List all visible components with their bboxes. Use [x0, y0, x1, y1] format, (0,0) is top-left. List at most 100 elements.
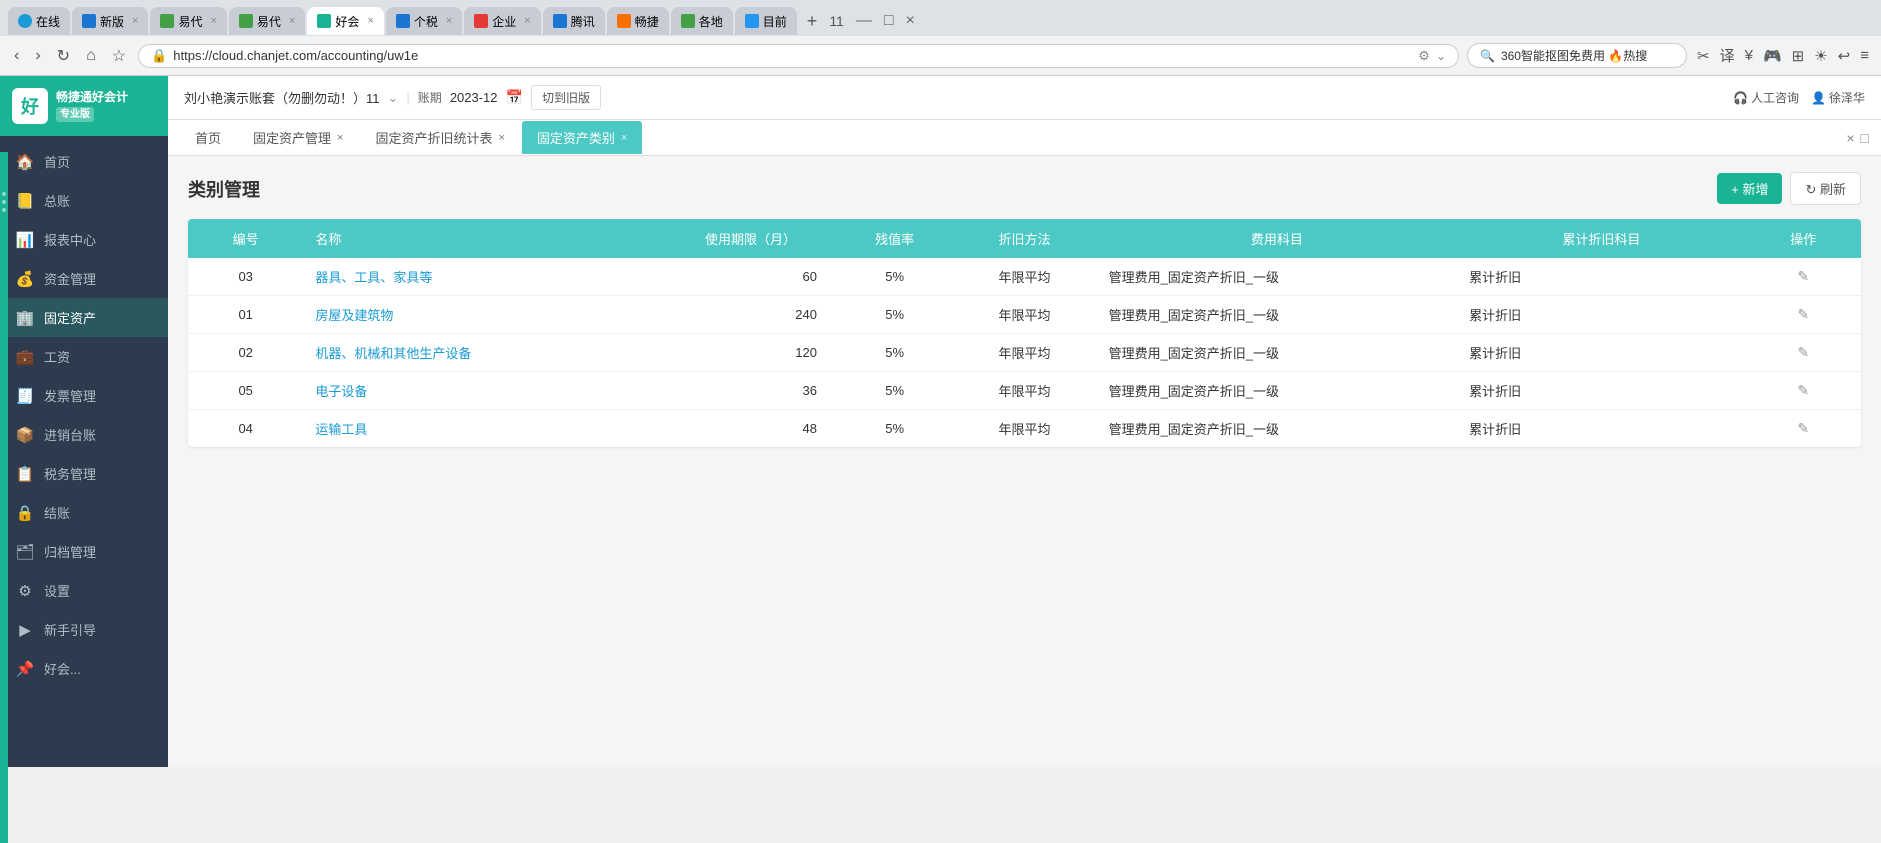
close-tab-fixed-asset-depreciation[interactable]: ×	[498, 132, 504, 144]
sidebar-item-invoice[interactable]: 🧾 发票管理	[0, 376, 168, 415]
edit-button-2[interactable]: ✎	[1797, 344, 1809, 360]
sidebar-item-settings[interactable]: ⚙ 设置	[0, 571, 168, 610]
sidebar-item-home[interactable]: 🏠 首页	[0, 142, 168, 181]
home-button[interactable]: ⌂	[82, 45, 100, 67]
close-tab-2[interactable]: ×	[132, 15, 138, 27]
close-tab-4[interactable]: ×	[289, 15, 295, 27]
consult-button[interactable]: 🎧 人工咨询	[1733, 89, 1799, 106]
sidebar-item-funds[interactable]: 💰 资金管理	[0, 259, 168, 298]
browser-tab-2[interactable]: 新版 ×	[72, 7, 148, 35]
search-box[interactable]: 🔍 360智能抠图免费用 🔥热搜	[1467, 43, 1687, 68]
cell-name-0[interactable]: 器具、工具、家具等	[303, 258, 664, 296]
reload-button[interactable]: ↻	[53, 44, 74, 68]
search-icon: 🔍	[1480, 49, 1495, 63]
edit-button-4[interactable]: ✎	[1797, 420, 1809, 436]
add-category-button[interactable]: + 新增	[1717, 173, 1782, 204]
grid-icon[interactable]: ⊞	[1790, 45, 1807, 67]
switch-version-button[interactable]: 切到旧版	[531, 85, 601, 110]
cell-name-3[interactable]: 电子设备	[303, 372, 664, 410]
tab-list-button[interactable]: 11	[825, 11, 848, 31]
close-browser-button[interactable]: ×	[902, 10, 919, 32]
cell-action-3[interactable]: ✎	[1746, 372, 1861, 410]
sidebar-item-closing[interactable]: 🔒 结账	[0, 493, 168, 532]
tab-label-home: 首页	[195, 128, 221, 147]
cell-name-1[interactable]: 房屋及建筑物	[303, 296, 664, 334]
bookmark-button[interactable]: ☆	[108, 44, 130, 68]
tab-label-4: 易代	[257, 13, 281, 30]
sidebar-item-archive[interactable]: 🗂 归档管理	[0, 532, 168, 571]
tab-fixed-asset-mgmt[interactable]: 固定资产管理 ×	[238, 121, 358, 154]
edit-button-0[interactable]: ✎	[1797, 268, 1809, 284]
browser-tab-8[interactable]: 腾讯	[543, 7, 605, 35]
edit-button-1[interactable]: ✎	[1797, 306, 1809, 322]
tab-fixed-asset-depreciation[interactable]: 固定资产折旧统计表 ×	[360, 121, 519, 154]
menu-icon[interactable]: ≡	[1858, 45, 1871, 66]
browser-tab-4[interactable]: 易代 ×	[229, 7, 305, 35]
new-tab-button[interactable]: +	[803, 9, 822, 34]
translate-icon[interactable]: 译	[1718, 43, 1737, 68]
dropdown-icon[interactable]: ⌄	[388, 90, 399, 106]
cell-action-0[interactable]: ✎	[1746, 258, 1861, 296]
maximize-button[interactable]: □	[880, 10, 898, 32]
close-window-button[interactable]: ×	[1846, 130, 1854, 146]
cell-action-2[interactable]: ✎	[1746, 334, 1861, 372]
browser-tab-10[interactable]: 各地	[671, 7, 733, 35]
browser-tab-6[interactable]: 个税 ×	[386, 7, 462, 35]
cell-period-2: 120	[664, 334, 837, 372]
table-row: 03 器具、工具、家具等 60 5% 年限平均 管理费用_固定资产折旧_一级 累…	[188, 258, 1861, 296]
calendar-icon[interactable]: 📅	[506, 89, 523, 106]
sidebar-item-fixed-asset[interactable]: 🏢 固定资产	[0, 298, 168, 337]
url-box[interactable]: 🔒 https://cloud.chanjet.com/accounting/u…	[138, 44, 1459, 68]
tab-label-fixed-asset-depreciation: 固定资产折旧统计表	[375, 128, 492, 147]
sidebar-item-more[interactable]: 📌 好会...	[0, 649, 168, 688]
page-header: 类别管理 + 新增 ↻ 刷新	[188, 172, 1861, 205]
cell-expense-1: 管理费用_固定资产折旧_一级	[1097, 296, 1458, 334]
browser-tab-7[interactable]: 企业 ×	[464, 7, 540, 35]
browser-tab-9[interactable]: 畅捷	[607, 7, 669, 35]
coupon-icon[interactable]: ¥	[1743, 45, 1755, 66]
expand-url-icon[interactable]: ⌄	[1436, 49, 1446, 63]
close-tab-7[interactable]: ×	[524, 15, 530, 27]
cell-name-2[interactable]: 机器、机械和其他生产设备	[303, 334, 664, 372]
tab-home[interactable]: 首页	[180, 121, 236, 154]
tab-label-11: 目前	[763, 13, 787, 30]
brightness-icon[interactable]: ☀	[1812, 45, 1829, 67]
browser-tab-1[interactable]: 在线	[8, 7, 70, 35]
cell-name-4[interactable]: 运输工具	[303, 410, 664, 448]
scissors-icon[interactable]: ✂	[1695, 45, 1712, 67]
sidebar-item-report[interactable]: 📊 报表中心	[0, 220, 168, 259]
maximize-window-button[interactable]: □	[1861, 130, 1869, 146]
refresh-button[interactable]: ↻ 刷新	[1790, 172, 1861, 205]
user-avatar[interactable]: 👤 徐泽华	[1811, 89, 1865, 106]
cell-action-4[interactable]: ✎	[1746, 410, 1861, 448]
sidebar-item-ledger[interactable]: 📒 总账	[0, 181, 168, 220]
sidebar-item-payroll[interactable]: 💼 工资	[0, 337, 168, 376]
back-button[interactable]: ‹	[10, 45, 23, 67]
cell-action-1[interactable]: ✎	[1746, 296, 1861, 334]
site-info-icon[interactable]: ⚙	[1418, 48, 1430, 64]
close-tab-6[interactable]: ×	[446, 15, 452, 27]
cell-method-4: 年限平均	[952, 410, 1096, 448]
sidebar-item-inventory[interactable]: 📦 进销台账	[0, 415, 168, 454]
col-header-method: 折旧方法	[952, 219, 1096, 258]
col-header-depreciation: 累计折旧科目	[1457, 219, 1745, 258]
cell-id-1: 01	[188, 296, 303, 334]
close-tab-fixed-asset-mgmt[interactable]: ×	[337, 132, 343, 144]
edit-button-3[interactable]: ✎	[1797, 382, 1809, 398]
close-tab-5[interactable]: ×	[367, 15, 373, 27]
sidebar-item-label-ledger: 总账	[44, 191, 70, 210]
browser-tab-3[interactable]: 易代 ×	[150, 7, 226, 35]
browser-tab-11[interactable]: 目前	[735, 7, 797, 35]
game-icon[interactable]: 🎮	[1761, 45, 1784, 67]
sidebar-item-tax[interactable]: 📋 税务管理	[0, 454, 168, 493]
minimize-button[interactable]: —	[852, 10, 876, 32]
tab-fixed-asset-category[interactable]: 固定资产类别 ×	[522, 121, 642, 154]
browser-tab-5[interactable]: 好会 ×	[307, 7, 383, 35]
close-tab-fixed-asset-category[interactable]: ×	[621, 132, 627, 144]
forward-button[interactable]: ›	[31, 45, 44, 67]
cell-id-4: 04	[188, 410, 303, 448]
close-tab-3[interactable]: ×	[210, 15, 216, 27]
undo-icon[interactable]: ↩	[1836, 45, 1853, 67]
sidebar-item-guide[interactable]: ▶ 新手引导	[0, 610, 168, 649]
tab-bar-actions: + 11 — □ ×	[803, 9, 919, 34]
